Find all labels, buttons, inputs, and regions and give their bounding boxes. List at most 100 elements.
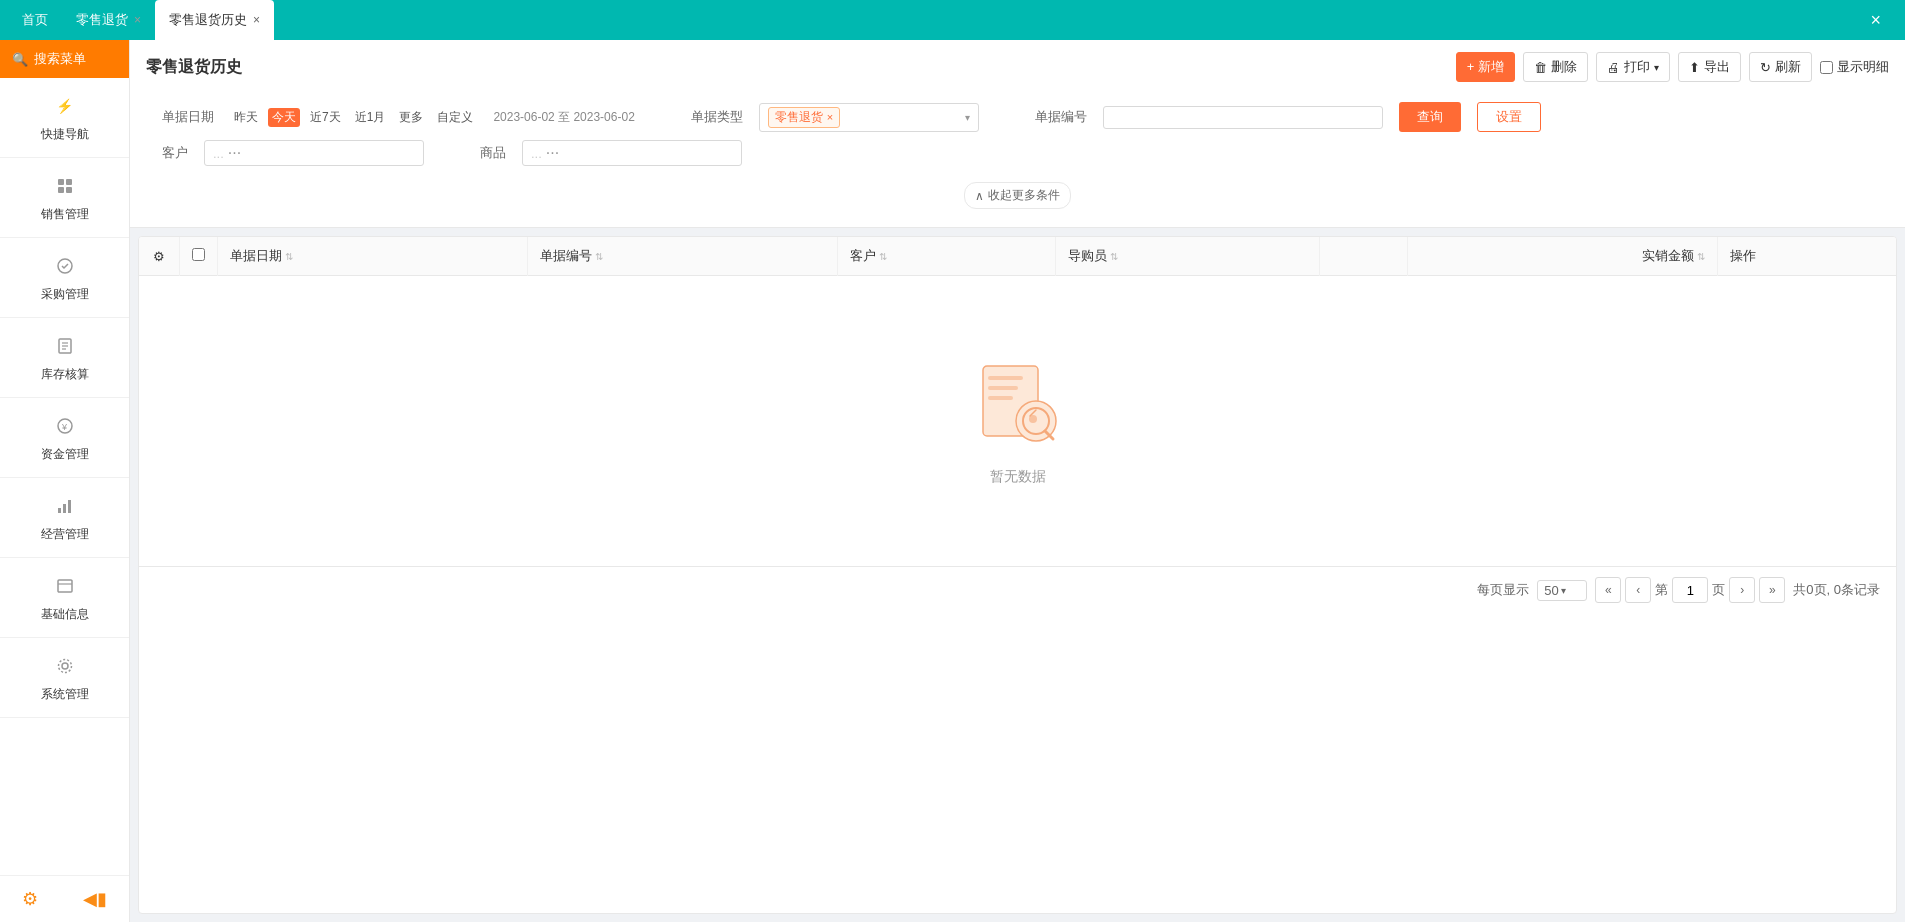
th-customer[interactable]: 客户 ⇅ [837, 237, 1055, 276]
doc-number-input[interactable] [1103, 106, 1383, 129]
date-range: 2023-06-02 至 2023-06-02 [493, 109, 634, 126]
goods-label: 商品 [480, 144, 506, 162]
table-container: ⚙ 单据日期 ⇅ 单据编号 [138, 236, 1897, 914]
date-opt-yesterday[interactable]: 昨天 [230, 108, 262, 127]
export-button[interactable]: ⬆ 导出 [1678, 52, 1741, 82]
date-options: 昨天 今天 近7天 近1月 更多 自定义 [230, 108, 477, 127]
sales-mgmt-icon [51, 172, 79, 200]
per-page-label: 每页显示 [1477, 581, 1529, 599]
th-actual-amount[interactable]: 实销金额 ⇅ [1408, 237, 1718, 276]
filter-area: 单据日期 昨天 今天 近7天 近1月 更多 自定义 2023-06-02 至 2… [146, 92, 1889, 227]
goods-ellipsis[interactable]: ··· [546, 144, 559, 162]
collapse-icon: ∧ [975, 189, 984, 203]
goods-input-container[interactable]: ... ··· [522, 140, 742, 166]
sidebar-item-operations-mgmt[interactable]: 经营管理 [0, 478, 129, 558]
page-size-dropdown-icon: ▾ [1561, 585, 1566, 596]
page-number-input[interactable] [1672, 577, 1708, 603]
th-guide[interactable]: 导购员 ⇅ [1056, 237, 1320, 276]
tab-retail-return-history-close[interactable]: × [253, 13, 260, 27]
doc-type-dropdown-icon: ▾ [965, 112, 970, 123]
table-header: ⚙ 单据日期 ⇅ 单据编号 [139, 237, 1896, 276]
last-page-button[interactable]: » [1759, 577, 1785, 603]
next-page-button[interactable]: › [1729, 577, 1755, 603]
sidebar-sound-icon[interactable]: ◀▮ [83, 888, 107, 910]
export-icon: ⬆ [1689, 60, 1700, 75]
svg-rect-21 [988, 396, 1013, 400]
query-button[interactable]: 查询 [1399, 102, 1461, 132]
sidebar-search[interactable]: 🔍 搜索菜单 [0, 40, 129, 78]
doc-type-tag-remove[interactable]: × [827, 111, 833, 123]
sidebar-item-inventory-calc[interactable]: 库存核算 [0, 318, 129, 398]
sidebar-item-system-mgmt[interactable]: 系统管理 [0, 638, 129, 718]
date-opt-today[interactable]: 今天 [268, 108, 300, 127]
print-button[interactable]: 🖨 打印 ▾ [1596, 52, 1670, 82]
date-label: 单据日期 [162, 108, 214, 126]
svg-rect-14 [58, 580, 72, 592]
sort-doc-date-icon: ⇅ [285, 251, 293, 262]
svg-rect-13 [68, 500, 71, 513]
prev-page-button[interactable]: ‹ [1625, 577, 1651, 603]
svg-rect-11 [58, 508, 61, 513]
date-opt-7days[interactable]: 近7天 [306, 108, 345, 127]
quick-nav-icon: ⚡ [51, 92, 79, 120]
refresh-icon: ↻ [1760, 60, 1771, 75]
doc-number-label: 单据编号 [1035, 108, 1087, 126]
tab-retail-return-close[interactable]: × [134, 13, 141, 27]
sidebar-bottom: ⚙ ◀▮ [0, 875, 129, 922]
sidebar-item-sales-mgmt[interactable]: 销售管理 [0, 158, 129, 238]
top-bar-right: × [1862, 10, 1905, 31]
basic-info-icon [51, 572, 79, 600]
empty-state: 暂无数据 [139, 276, 1896, 566]
th-checkbox[interactable] [179, 237, 217, 276]
svg-point-17 [58, 660, 71, 673]
inventory-calc-icon [51, 332, 79, 360]
delete-button[interactable]: 🗑 删除 [1523, 52, 1588, 82]
tab-retail-return[interactable]: 零售退货 × [62, 0, 155, 40]
th-doc-date[interactable]: 单据日期 ⇅ [217, 237, 527, 276]
purchase-mgmt-icon [51, 252, 79, 280]
sort-actual-amount-icon: ⇅ [1697, 251, 1705, 262]
sidebar-item-purchase-mgmt[interactable]: 采购管理 [0, 238, 129, 318]
operations-mgmt-icon [51, 492, 79, 520]
page-header: 零售退货历史 + 新增 🗑 删除 🖨 打印 ▾ ⬆ 导出 [130, 40, 1905, 228]
tab-home[interactable]: 首页 [8, 11, 62, 29]
svg-rect-0 [58, 179, 64, 185]
toolbar-right: + 新增 🗑 删除 🖨 打印 ▾ ⬆ 导出 ↻ [1456, 52, 1889, 82]
show-details-input[interactable] [1820, 61, 1833, 74]
customer-input-container[interactable]: ... ··· [204, 140, 424, 166]
date-opt-custom[interactable]: 自定义 [433, 108, 477, 127]
window-close-button[interactable]: × [1862, 10, 1889, 31]
sidebar-item-quick-nav[interactable]: ⚡ 快捷导航 [0, 78, 129, 158]
doc-type-label: 单据类型 [691, 108, 743, 126]
sidebar-item-basic-info[interactable]: 基础信息 [0, 558, 129, 638]
filter-row-1: 单据日期 昨天 今天 近7天 近1月 更多 自定义 2023-06-02 至 2… [162, 102, 1873, 132]
sidebar-item-finance-mgmt[interactable]: ¥ 资金管理 [0, 398, 129, 478]
th-settings[interactable]: ⚙ [139, 237, 179, 276]
date-opt-1month[interactable]: 近1月 [351, 108, 390, 127]
print-dropdown-icon: ▾ [1654, 62, 1659, 73]
customer-ellipsis[interactable]: ··· [228, 144, 241, 162]
customer-input-placeholder: ... [213, 146, 224, 161]
top-bar: 首页 零售退货 × 零售退货历史 × × [0, 0, 1905, 40]
set-button[interactable]: 设置 [1477, 102, 1541, 132]
first-page-button[interactable]: « [1595, 577, 1621, 603]
show-details-checkbox[interactable]: 显示明细 [1820, 58, 1889, 76]
select-all-checkbox[interactable] [192, 248, 205, 261]
sidebar-settings-icon[interactable]: ⚙ [22, 888, 38, 910]
print-icon: 🖨 [1607, 60, 1620, 75]
new-button[interactable]: + 新增 [1456, 52, 1515, 82]
sidebar: 🔍 搜索菜单 ⚡ 快捷导航 销售管理 采购管理 库存核算 [0, 40, 130, 922]
svg-text:¥: ¥ [61, 422, 68, 432]
svg-rect-20 [988, 386, 1018, 390]
th-doc-number[interactable]: 单据编号 ⇅ [527, 237, 837, 276]
collapse-button[interactable]: ∧ 收起更多条件 [964, 182, 1071, 209]
svg-rect-2 [58, 187, 64, 193]
page-size-select[interactable]: 50 ▾ [1537, 580, 1587, 601]
doc-type-select[interactable]: 零售退货 × ▾ [759, 103, 979, 132]
refresh-button[interactable]: ↻ 刷新 [1749, 52, 1812, 82]
data-table: ⚙ 单据日期 ⇅ 单据编号 [139, 237, 1896, 566]
svg-rect-12 [63, 504, 66, 513]
page-title: 零售退货历史 [146, 57, 242, 78]
date-opt-more[interactable]: 更多 [395, 108, 427, 127]
tab-retail-return-history[interactable]: 零售退货历史 × [155, 0, 274, 40]
